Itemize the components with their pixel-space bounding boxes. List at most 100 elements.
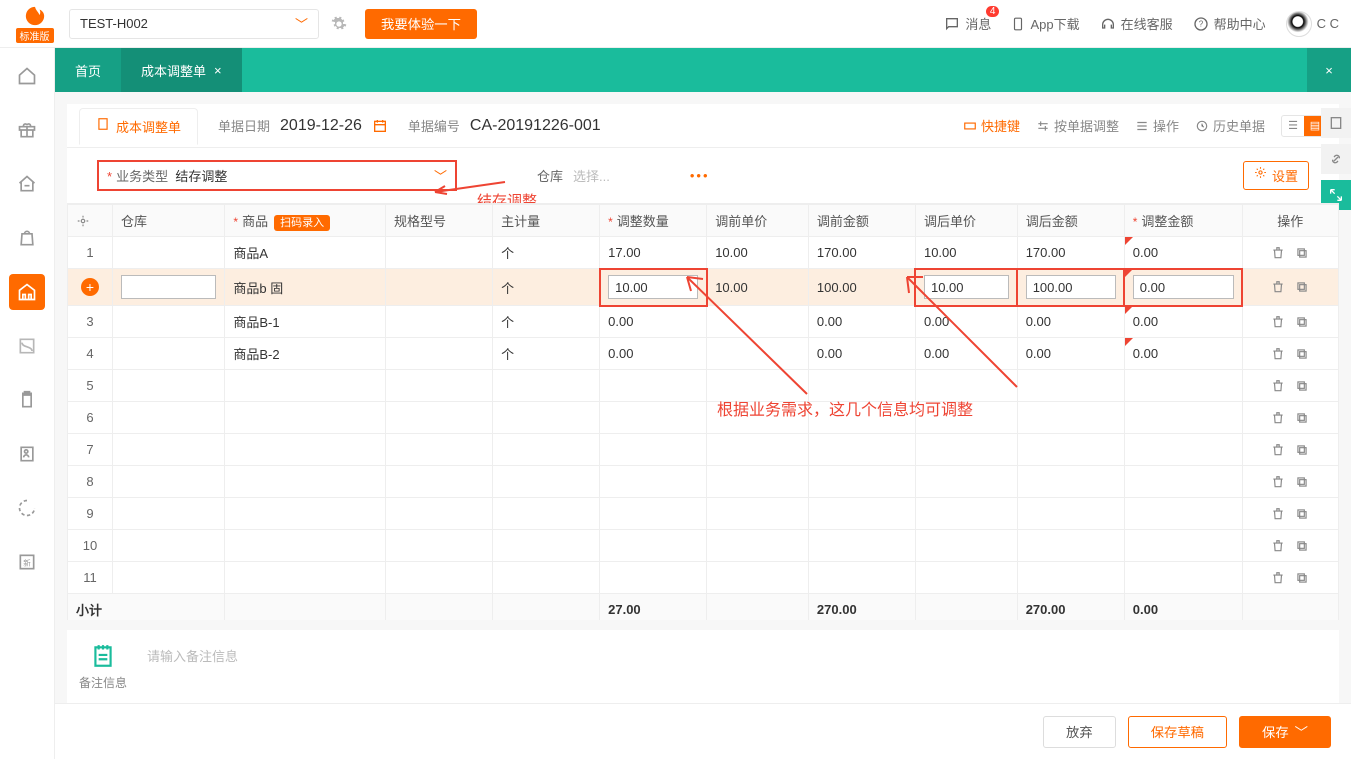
nav-contact-icon[interactable] bbox=[9, 436, 45, 472]
delete-icon[interactable] bbox=[1271, 507, 1285, 521]
table-row[interactable]: 11 bbox=[68, 562, 1339, 594]
save-draft-button[interactable]: 保存草稿 bbox=[1128, 716, 1227, 748]
chat-icon bbox=[944, 16, 960, 32]
tabs-close-all[interactable]: × bbox=[1307, 48, 1351, 92]
delete-icon[interactable] bbox=[1271, 475, 1285, 489]
col-op[interactable]: 操作 bbox=[1242, 205, 1338, 237]
table-row[interactable]: 5 bbox=[68, 370, 1339, 402]
adj-qty-input[interactable]: 10.00 bbox=[608, 275, 698, 299]
customer-service-link[interactable]: 在线客服 bbox=[1100, 14, 1173, 33]
col-pre-amt[interactable]: 调前金额 bbox=[808, 205, 915, 237]
scan-chip[interactable]: 扫码录入 bbox=[274, 215, 330, 231]
history-link[interactable]: 历史单据 bbox=[1195, 116, 1265, 135]
nav-new-icon[interactable]: 新 bbox=[9, 544, 45, 580]
keyboard-icon bbox=[963, 119, 977, 133]
config-button[interactable]: 设置 bbox=[1243, 161, 1309, 190]
view-list-icon[interactable]: ☰ bbox=[1282, 116, 1304, 136]
tab-home[interactable]: 首页 bbox=[55, 48, 121, 92]
warehouse-input[interactable] bbox=[121, 275, 216, 299]
delete-icon[interactable] bbox=[1271, 539, 1285, 553]
table-row[interactable]: 9 bbox=[68, 498, 1339, 530]
copy-icon[interactable] bbox=[1295, 280, 1309, 294]
table-row[interactable]: 4商品B-2个0.000.000.000.000.00 bbox=[68, 338, 1339, 370]
tab-cost-adjustment[interactable]: 成本调整单 × bbox=[121, 48, 242, 92]
close-icon[interactable]: × bbox=[214, 63, 222, 78]
table-row[interactable]: 6 bbox=[68, 402, 1339, 434]
col-post-amt[interactable]: 调后金额 bbox=[1017, 205, 1124, 237]
table-row[interactable]: 1商品A个17.0010.00170.0010.00170.000.00 bbox=[68, 237, 1339, 269]
nav-clipboard-icon[interactable] bbox=[9, 382, 45, 418]
copy-icon[interactable] bbox=[1295, 411, 1309, 425]
nav-inventory-icon[interactable] bbox=[9, 274, 45, 310]
table-row[interactable]: 7 bbox=[68, 434, 1339, 466]
logo[interactable]: 标准版 bbox=[12, 5, 57, 43]
col-adj-qty[interactable]: *调整数量 bbox=[600, 205, 707, 237]
post-amt-input[interactable]: 100.00 bbox=[1026, 275, 1116, 299]
delete-icon[interactable] bbox=[1271, 246, 1285, 260]
copy-icon[interactable] bbox=[1295, 379, 1309, 393]
user-menu[interactable]: C C bbox=[1286, 11, 1339, 37]
dock-note-icon[interactable] bbox=[1321, 108, 1351, 138]
copy-icon[interactable] bbox=[1295, 571, 1309, 585]
col-warehouse[interactable]: 仓库 bbox=[112, 205, 224, 237]
copy-icon[interactable] bbox=[1295, 347, 1309, 361]
copy-icon[interactable] bbox=[1295, 507, 1309, 521]
col-uom[interactable]: 主计量 bbox=[493, 205, 600, 237]
nav-gift-icon[interactable] bbox=[9, 112, 45, 148]
delete-icon[interactable] bbox=[1271, 347, 1285, 361]
nav-home-icon[interactable] bbox=[9, 58, 45, 94]
footer: 放弃 保存草稿 保存 ﹀ bbox=[55, 703, 1351, 759]
col-adj-amt[interactable]: *调整金额 bbox=[1124, 205, 1242, 237]
business-type-select[interactable]: *业务类型 结存调整 ﹀ bbox=[97, 160, 457, 191]
discard-button[interactable]: 放弃 bbox=[1043, 716, 1116, 748]
post-price-input[interactable]: 10.00 bbox=[924, 275, 1009, 299]
nav-loading-icon[interactable] bbox=[9, 490, 45, 526]
copy-icon[interactable] bbox=[1295, 539, 1309, 553]
remark-input[interactable]: 请输入备注信息 bbox=[147, 642, 1327, 665]
table-row[interactable]: +商品b 固个10.0010.00100.0010.00100.000.00 bbox=[68, 269, 1339, 306]
col-product[interactable]: *商品扫码录入 bbox=[225, 205, 386, 237]
delete-icon[interactable] bbox=[1271, 280, 1285, 294]
delete-icon[interactable] bbox=[1271, 443, 1285, 457]
copy-icon[interactable] bbox=[1295, 246, 1309, 260]
adj-amt-input[interactable]: 0.00 bbox=[1133, 275, 1234, 299]
nav-money-icon[interactable] bbox=[9, 328, 45, 364]
help-center-link[interactable]: ? 帮助中心 bbox=[1193, 14, 1266, 33]
delete-icon[interactable] bbox=[1271, 379, 1285, 393]
gear-icon[interactable] bbox=[331, 16, 347, 32]
col-post-price[interactable]: 调后单价 bbox=[915, 205, 1017, 237]
delete-icon[interactable] bbox=[1271, 571, 1285, 585]
table-row[interactable]: 10 bbox=[68, 530, 1339, 562]
list-icon bbox=[1135, 119, 1149, 133]
org-name: TEST-H002 bbox=[80, 16, 148, 31]
history-icon bbox=[1195, 119, 1209, 133]
by-document-link[interactable]: 按单据调整 bbox=[1036, 116, 1119, 135]
col-spec[interactable]: 规格型号 bbox=[386, 205, 493, 237]
messages-link[interactable]: 消息 4 bbox=[944, 14, 991, 33]
delete-icon[interactable] bbox=[1271, 315, 1285, 329]
app-download-link[interactable]: App下载 bbox=[1011, 14, 1079, 33]
calendar-icon[interactable] bbox=[372, 118, 388, 134]
col-settings[interactable] bbox=[68, 205, 113, 237]
more-filter-icon[interactable]: ••• bbox=[690, 168, 710, 183]
org-selector[interactable]: TEST-H002 ﹀ bbox=[69, 9, 319, 39]
copy-icon[interactable] bbox=[1295, 443, 1309, 457]
warehouse-select[interactable]: 仓库 选择... bbox=[537, 166, 610, 185]
nav-bag-icon[interactable] bbox=[9, 220, 45, 256]
copy-icon[interactable] bbox=[1295, 315, 1309, 329]
table-row[interactable]: 8 bbox=[68, 466, 1339, 498]
delete-icon[interactable] bbox=[1271, 411, 1285, 425]
save-button[interactable]: 保存 ﹀ bbox=[1239, 716, 1331, 748]
table-row[interactable]: 3商品B-1个0.000.000.000.000.00 bbox=[68, 306, 1339, 338]
shortcut-link[interactable]: 快捷键 bbox=[963, 116, 1020, 135]
copy-icon[interactable] bbox=[1295, 475, 1309, 489]
chevron-down-icon: ﹀ bbox=[295, 14, 308, 33]
topbar: 标准版 TEST-H002 ﹀ 我要体验一下 消息 4 App下载 在线客服 bbox=[0, 0, 1351, 48]
operations-link[interactable]: 操作 bbox=[1135, 116, 1179, 135]
add-row-icon[interactable]: + bbox=[81, 278, 99, 296]
date-value[interactable]: 2019-12-26 bbox=[280, 117, 362, 135]
cta-button[interactable]: 我要体验一下 bbox=[365, 9, 477, 39]
doc-type-tab[interactable]: 成本调整单 bbox=[79, 108, 198, 145]
nav-transfer-icon[interactable] bbox=[9, 166, 45, 202]
col-pre-price[interactable]: 调前单价 bbox=[707, 205, 809, 237]
